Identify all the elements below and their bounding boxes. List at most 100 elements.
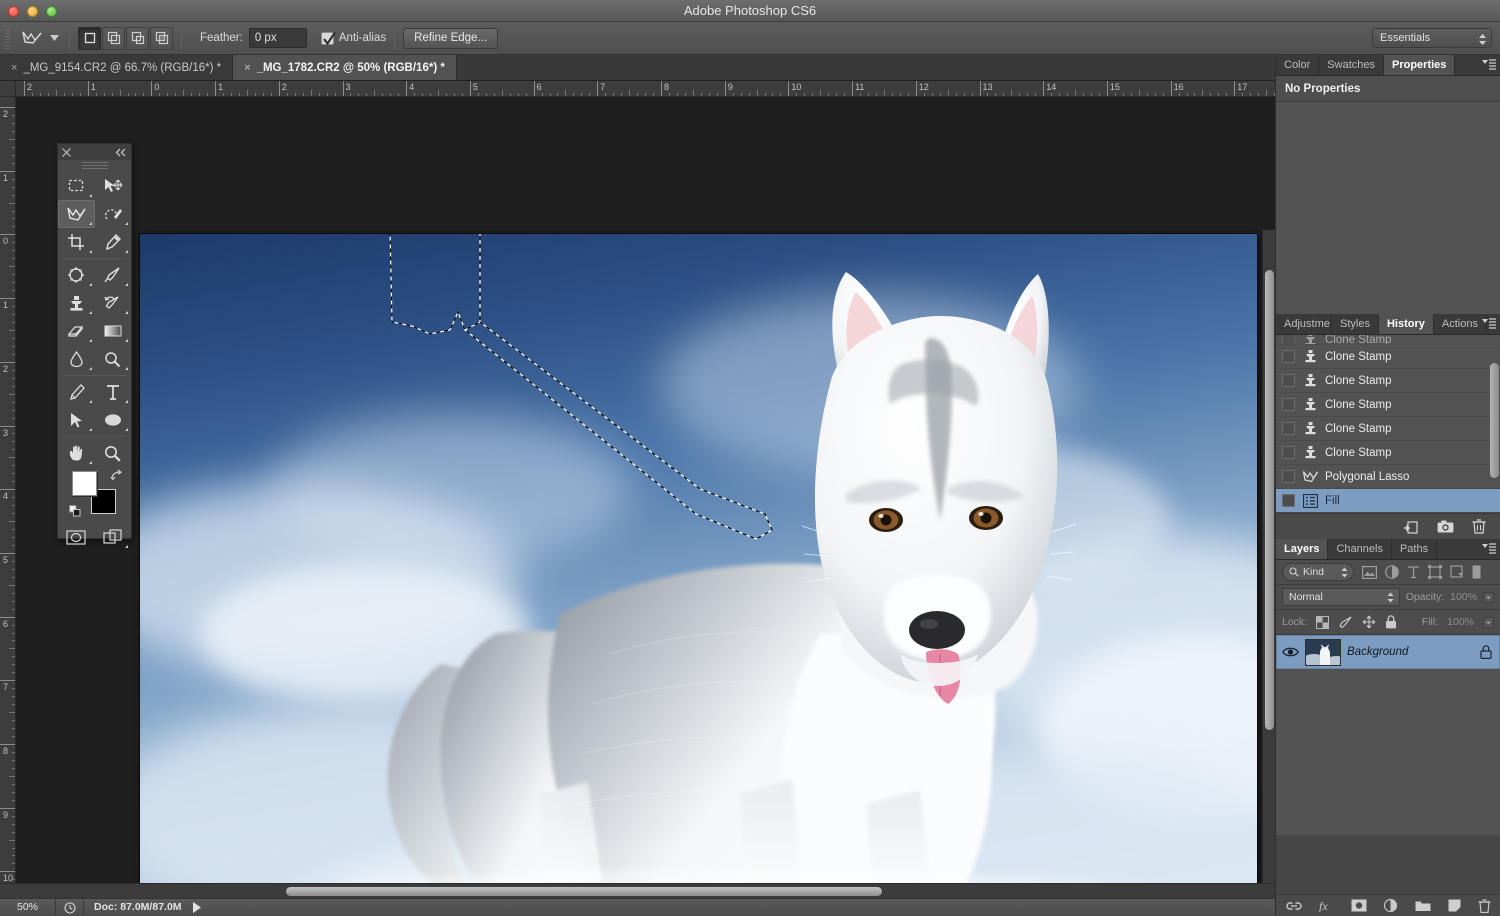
shape-filter-icon[interactable] [1428, 565, 1442, 579]
history-snapshot-checkbox[interactable] [1282, 422, 1295, 435]
history-brush-tool[interactable] [95, 289, 132, 317]
anti-alias-checkbox-row[interactable]: Anti-alias [320, 31, 386, 45]
history-state-row[interactable]: Polygonal Lasso [1276, 465, 1500, 489]
history-snapshot-checkbox[interactable] [1282, 398, 1295, 411]
history-state-row[interactable]: Clone Stamp [1276, 417, 1500, 441]
tool-preset-chevron-down-icon[interactable] [47, 28, 61, 48]
history-snapshot-checkbox[interactable] [1282, 374, 1295, 387]
options-bar-grip[interactable] [3, 27, 13, 49]
history-state-row[interactable]: Clone Stamp [1276, 369, 1500, 393]
layers-panel-footer[interactable]: fx [1276, 894, 1500, 916]
new-document-from-state-icon[interactable] [1403, 520, 1419, 534]
filter-toggle-icon[interactable] [1472, 565, 1481, 579]
lock-transparency-icon[interactable] [1316, 615, 1330, 629]
history-panel-footer[interactable] [1276, 513, 1500, 539]
add-layer-mask-icon[interactable] [1351, 899, 1367, 912]
tab-history[interactable]: History [1378, 314, 1434, 334]
horizontal-ruler[interactable]: 2 1 0 1 2 3 4 5 6 7 8 9 10 11 12 13 14 15 16 17 [16, 81, 1275, 97]
quick-mask-icon[interactable] [58, 523, 95, 551]
feather-input[interactable]: 0 px [248, 28, 307, 48]
tab-color[interactable]: Color [1276, 55, 1320, 75]
add-to-selection-button[interactable] [102, 26, 125, 50]
fill-value[interactable]: 100% [1447, 616, 1474, 628]
history-snapshot-checkbox[interactable] [1282, 335, 1295, 344]
tools-panel-header[interactable] [58, 144, 131, 160]
intersect-with-selection-button[interactable] [150, 26, 173, 50]
canvas-horizontal-scrollbar[interactable] [0, 883, 1275, 898]
link-layers-icon[interactable] [1286, 900, 1302, 912]
image-canvas[interactable] [140, 234, 1257, 898]
smart-object-filter-icon[interactable] [1450, 565, 1464, 579]
history-state-row[interactable]: Clone Stamp [1276, 441, 1500, 465]
panel-menu-icon[interactable] [1482, 543, 1496, 554]
layer-filter-kind-select[interactable]: Kind [1282, 563, 1354, 581]
pixel-filter-icon[interactable] [1362, 565, 1377, 579]
crop-tool[interactable] [58, 228, 95, 256]
close-icon[interactable] [62, 147, 71, 157]
new-selection-button[interactable] [78, 26, 101, 50]
history-state-row[interactable]: Clone Stamp [1276, 345, 1500, 369]
panel-menu-icon[interactable] [1482, 59, 1496, 70]
document-tab-1[interactable]: × _MG_9154.CR2 @ 66.7% (RGB/16*) * [0, 55, 234, 80]
tools-panel-grip[interactable] [81, 162, 108, 169]
subtract-from-selection-button[interactable] [126, 26, 149, 50]
new-layer-icon[interactable] [1448, 899, 1461, 912]
zoom-tool[interactable] [95, 439, 132, 467]
new-adjustment-layer-icon[interactable] [1384, 899, 1398, 912]
layers-lock-row[interactable]: Lock: Fill: 100% [1276, 610, 1500, 635]
zoom-level-field[interactable]: 50% [0, 899, 56, 916]
eyedropper-tool[interactable] [95, 228, 132, 256]
fill-slider-arrow-icon[interactable] [1483, 616, 1494, 628]
tab-channels[interactable]: Channels [1328, 539, 1392, 559]
tab-actions[interactable]: Actions [1433, 314, 1487, 334]
ruler-origin-corner[interactable] [0, 81, 16, 97]
layer-thumbnail[interactable] [1305, 638, 1341, 666]
history-snapshot-checkbox[interactable] [1282, 494, 1295, 507]
document-tab-2[interactable]: × _MG_1782.CR2 @ 50% (RGB/16*) * [233, 55, 457, 80]
history-states-list[interactable]: Clone Stamp Clone Stamp Clone Stamp Clone S… [1276, 335, 1500, 513]
layer-style-fx-icon[interactable]: fx [1319, 899, 1334, 912]
layers-list[interactable]: Background [1276, 635, 1500, 835]
workspace-selector[interactable]: Essentials [1372, 28, 1492, 48]
clock-icon[interactable] [56, 899, 84, 916]
document-canvas-area[interactable] [16, 97, 1275, 898]
foreground-color-swatch[interactable] [72, 471, 97, 496]
path-selection-tool[interactable] [58, 406, 95, 434]
vertical-scrollbar-thumb[interactable] [1265, 270, 1274, 730]
layer-row-background[interactable]: Background [1276, 635, 1500, 669]
delete-icon[interactable] [1472, 519, 1486, 534]
horizontal-scrollbar-thumb[interactable] [286, 887, 882, 896]
lock-position-icon[interactable] [1362, 615, 1376, 629]
color-swatches[interactable] [58, 467, 131, 523]
selection-mode-group[interactable] [78, 26, 173, 50]
lock-image-icon[interactable] [1338, 615, 1353, 629]
history-state-row[interactable]: Clone Stamp [1276, 335, 1500, 345]
double-chevron-left-icon[interactable] [115, 148, 127, 157]
move-tool[interactable] [95, 172, 132, 200]
delete-layer-icon[interactable] [1478, 898, 1491, 913]
ellipse-tool[interactable] [95, 406, 132, 434]
type-filter-icon[interactable] [1407, 565, 1420, 579]
blend-mode-select[interactable]: Normal [1282, 588, 1400, 606]
clone-stamp-tool[interactable] [58, 289, 95, 317]
spot-healing-brush-tool[interactable] [58, 261, 95, 289]
history-snapshot-checkbox[interactable] [1282, 446, 1295, 459]
tab-layers[interactable]: Layers [1276, 539, 1329, 559]
close-icon[interactable]: × [11, 62, 17, 74]
tab-paths[interactable]: Paths [1391, 539, 1438, 559]
lock-all-icon[interactable] [1385, 615, 1397, 629]
layer-name[interactable]: Background [1347, 646, 1474, 658]
panel-menu-icon[interactable] [1482, 318, 1496, 329]
rectangular-marquee-tool[interactable] [58, 172, 95, 200]
opacity-slider-arrow-icon[interactable] [1483, 591, 1494, 603]
quick-selection-tool[interactable] [95, 200, 132, 228]
pen-tool[interactable] [58, 378, 95, 406]
opacity-value[interactable]: 100% [1450, 591, 1477, 603]
tab-swatches[interactable]: Swatches [1319, 55, 1384, 75]
vertical-ruler[interactable]: 2 1 0 1 2 3 4 5 6 7 8 9 10 [0, 97, 16, 898]
eye-icon[interactable] [1282, 646, 1299, 658]
polygonal-lasso-tool[interactable] [58, 200, 95, 228]
polygonal-lasso-icon[interactable] [17, 26, 47, 50]
hand-tool[interactable] [58, 439, 95, 467]
close-icon[interactable]: × [244, 62, 250, 74]
